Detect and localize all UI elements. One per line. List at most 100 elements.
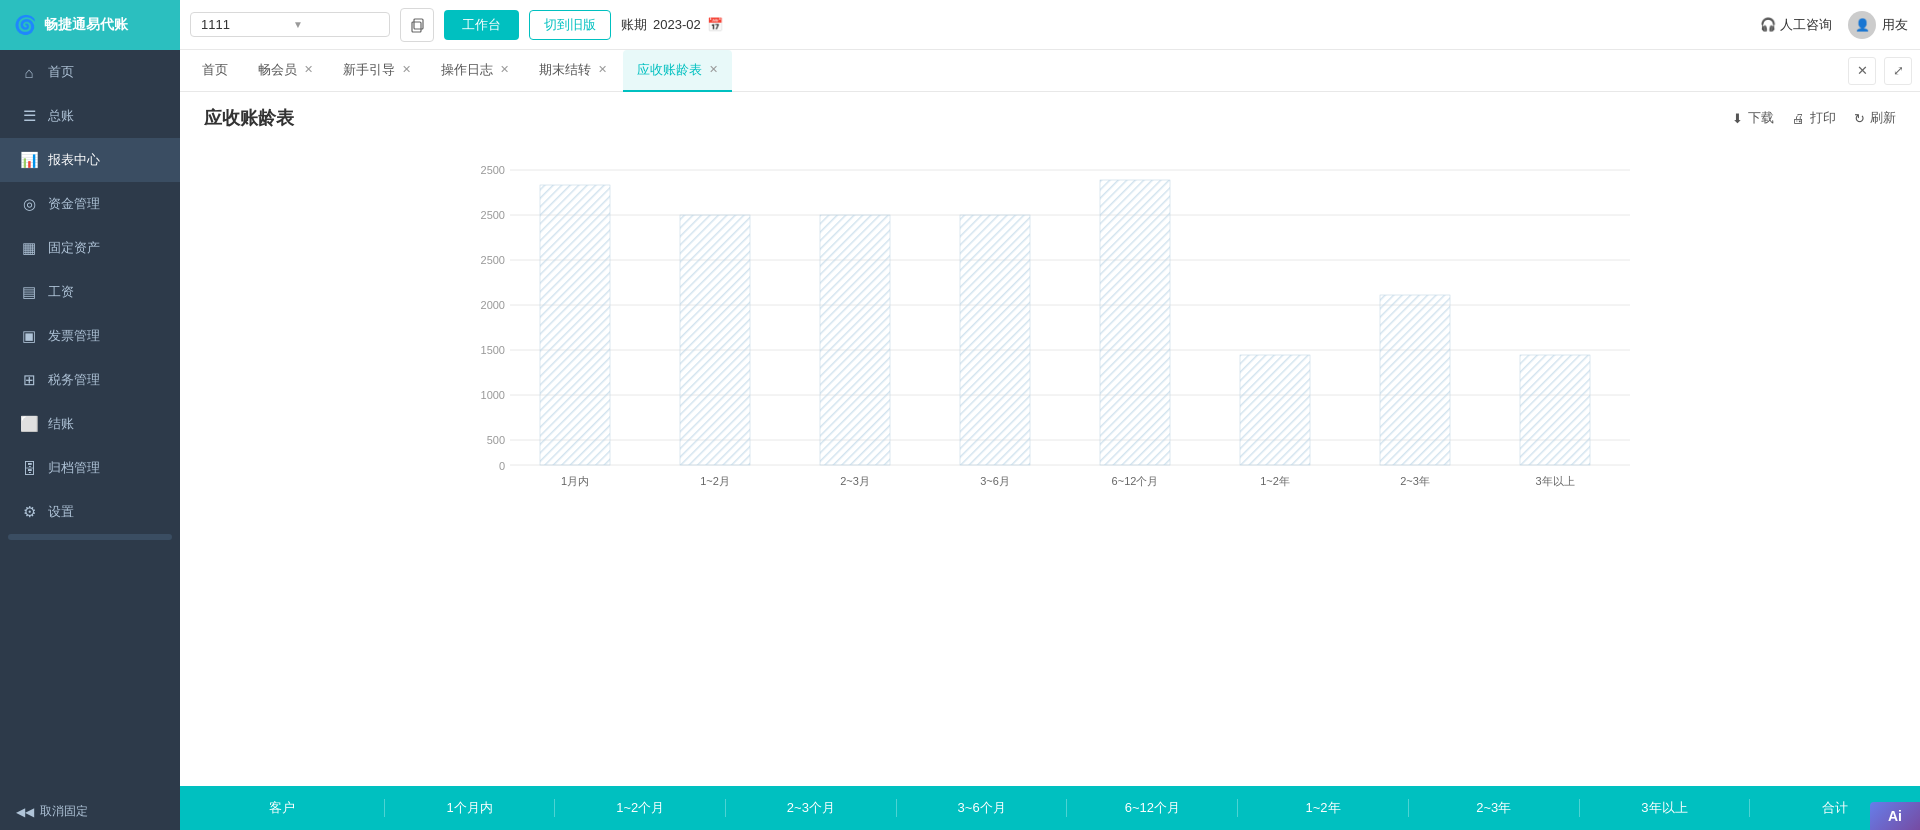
tab-guide-close[interactable]: ✕ [402,63,411,76]
svg-text:2500: 2500 [481,209,505,221]
sidebar-item-invoice[interactable]: ▣ 发票管理 [0,314,180,358]
refresh-button[interactable]: ↻ 刷新 [1854,109,1896,127]
tab-ar-aging-close[interactable]: ✕ [709,63,718,76]
sidebar-item-close[interactable]: ⬜ 结账 [0,402,180,446]
svg-rect-0 [412,22,421,32]
sidebar-item-funds[interactable]: ◎ 资金管理 [0,182,180,226]
tab-ar-aging[interactable]: 应收账龄表 ✕ [623,50,732,92]
bar-8 [1520,355,1590,465]
svg-text:1500: 1500 [481,344,505,356]
tab-member[interactable]: 畅会员 ✕ [244,50,327,92]
th-customer: 客户 [180,799,385,817]
sidebar-item-ledger[interactable]: ☰ 总账 [0,94,180,138]
archive-icon: 🗄 [20,460,38,477]
print-button[interactable]: 🖨 打印 [1792,109,1836,127]
consult-label: 人工咨询 [1780,16,1832,34]
cancel-fixed-button[interactable]: ◀◀ 取消固定 [0,793,180,830]
headset-icon: 🎧 [1760,17,1776,32]
pin-icon: ◀◀ [16,805,34,819]
th-1-2year: 1~2年 [1238,799,1409,817]
expand-tab-button[interactable]: ⤢ [1884,57,1912,85]
scroll-indicator [8,534,172,540]
workbench-button[interactable]: 工作台 [444,10,519,40]
cancel-fixed-label: 取消固定 [40,803,88,820]
sidebar-item-payroll[interactable]: ▤ 工资 [0,270,180,314]
th-2-3month: 2~3个月 [726,799,897,817]
sidebar-label-funds: 资金管理 [48,195,100,213]
refresh-icon: ↻ [1854,111,1865,126]
svg-text:2~3月: 2~3月 [840,475,870,487]
copy-button[interactable] [400,8,434,42]
bar-4 [960,215,1030,465]
reports-icon: 📊 [20,151,38,169]
tab-member-label: 畅会员 [258,61,297,79]
content-area: 首页 畅会员 ✕ 新手引导 ✕ 操作日志 ✕ 期末结转 ✕ 应收账龄表 ✕ [180,50,1920,830]
tab-period-end-label: 期末结转 [539,61,591,79]
tab-period-end-close[interactable]: ✕ [598,63,607,76]
sidebar-item-home[interactable]: ⌂ 首页 [0,50,180,94]
svg-text:3年以上: 3年以上 [1535,475,1574,487]
period-label: 账期 [621,16,647,34]
svg-text:1月内: 1月内 [561,475,589,487]
svg-rect-1 [414,19,423,29]
page-content: 应收账龄表 ⬇ 下载 🖨 打印 ↻ 刷新 [180,92,1920,830]
user-name: 用友 [1882,16,1908,34]
page-header: 应收账龄表 ⬇ 下载 🖨 打印 ↻ 刷新 [180,92,1920,140]
ledger-icon: ☰ [20,107,38,125]
tab-home[interactable]: 首页 [188,50,242,92]
header-right: 🎧 人工咨询 👤 用友 [1760,11,1908,39]
switch-version-button[interactable]: 切到旧版 [529,10,611,40]
assets-icon: ▦ [20,239,38,257]
company-name: 1111 [201,17,287,32]
print-label: 打印 [1810,109,1836,127]
sidebar-item-reports[interactable]: 📊 报表中心 [0,138,180,182]
svg-text:2500: 2500 [481,164,505,176]
tab-oplog[interactable]: 操作日志 ✕ [427,50,523,92]
th-3plus-year: 3年以上 [1580,799,1751,817]
bar-3 [820,215,890,465]
svg-text:2000: 2000 [481,299,505,311]
sidebar-item-archive[interactable]: 🗄 归档管理 [0,446,180,490]
close-period-icon: ⬜ [20,415,38,433]
download-label: 下载 [1748,109,1774,127]
tab-bar: 首页 畅会员 ✕ 新手引导 ✕ 操作日志 ✕ 期末结转 ✕ 应收账龄表 ✕ [180,50,1920,92]
sidebar-label-home: 首页 [48,63,74,81]
user-area[interactable]: 👤 用友 [1848,11,1908,39]
period-value: 2023-02 [653,17,701,32]
svg-text:2500: 2500 [481,254,505,266]
tab-oplog-label: 操作日志 [441,61,493,79]
consult-button[interactable]: 🎧 人工咨询 [1760,16,1832,34]
tab-period-end[interactable]: 期末结转 ✕ [525,50,621,92]
sidebar: ⌂ 首页 ☰ 总账 📊 报表中心 ◎ 资金管理 ▦ 固定资产 ▤ 工资 ▣ 发票… [0,50,180,830]
download-button[interactable]: ⬇ 下载 [1732,109,1774,127]
logo-icon: 🌀 [14,14,36,36]
invoice-icon: ▣ [20,327,38,345]
print-icon: 🖨 [1792,111,1805,126]
sidebar-item-assets[interactable]: ▦ 固定资产 [0,226,180,270]
tab-member-close[interactable]: ✕ [304,63,313,76]
sidebar-label-tax: 税务管理 [48,371,100,389]
company-select[interactable]: 1111 ▼ [190,12,390,37]
sidebar-label-reports: 报表中心 [48,151,100,169]
page-actions: ⬇ 下载 🖨 打印 ↻ 刷新 [1732,109,1896,127]
settings-icon: ⚙ [20,503,38,521]
close-all-tabs-button[interactable]: ✕ [1848,57,1876,85]
calendar-icon[interactable]: 📅 [707,17,723,32]
tab-guide[interactable]: 新手引导 ✕ [329,50,425,92]
th-1-2month: 1~2个月 [555,799,726,817]
logo-text: 畅捷通易代账 [44,16,128,34]
bar-6 [1240,355,1310,465]
svg-text:3~6月: 3~6月 [980,475,1010,487]
payroll-icon: ▤ [20,283,38,301]
tab-oplog-close[interactable]: ✕ [500,63,509,76]
th-6-12month: 6~12个月 [1067,799,1238,817]
bar-2 [680,215,750,465]
user-avatar: 👤 [1848,11,1876,39]
sidebar-item-settings[interactable]: ⚙ 设置 [0,490,180,534]
home-icon: ⌂ [20,64,38,81]
sidebar-item-tax[interactable]: ⊞ 税务管理 [0,358,180,402]
ai-badge[interactable]: Ai [1870,802,1920,830]
svg-text:1000: 1000 [481,389,505,401]
table-header: 客户 1个月内 1~2个月 2~3个月 3~6个月 6~12个月 1~2年 2~… [180,786,1920,830]
svg-text:0: 0 [499,460,505,472]
